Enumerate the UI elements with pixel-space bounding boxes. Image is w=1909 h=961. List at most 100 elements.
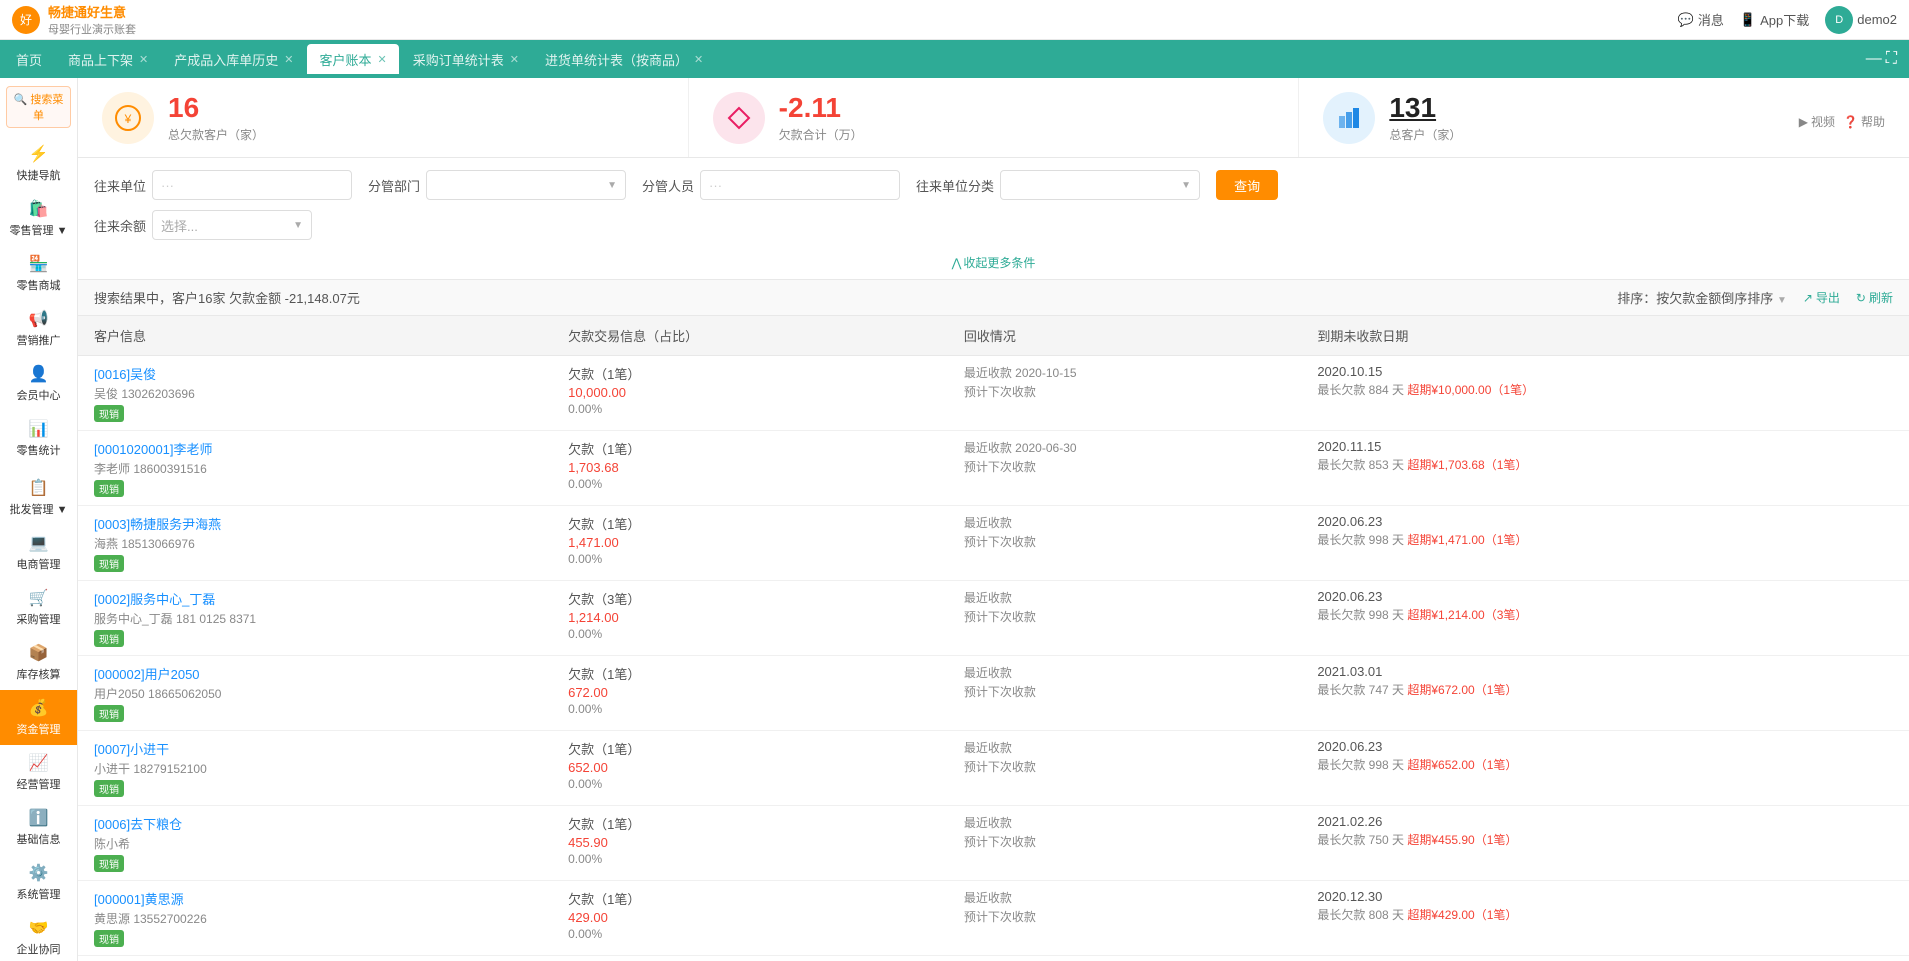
- customer-name-link[interactable]: [0016]吴俊: [94, 364, 536, 383]
- overdue-link[interactable]: 超期¥10,000.00（1笔）: [1407, 383, 1534, 397]
- tab-minimize-icon[interactable]: —: [1866, 50, 1882, 68]
- tab-close-purchase-report[interactable]: ✕: [694, 53, 703, 66]
- sidebar-item-retail-stats[interactable]: 📊 零售统计: [0, 411, 77, 466]
- tab-product-history[interactable]: 产成品入库单历史 ✕: [162, 44, 305, 74]
- sidebar-item-batch-mgmt[interactable]: 📋 批发管理 ▼: [0, 470, 77, 525]
- retail-mall-icon: 🏪: [29, 254, 49, 274]
- ecom-mgmt-icon: 💻: [29, 533, 49, 553]
- app-logo-icon: 好: [12, 6, 40, 34]
- sidebar-item-member[interactable]: 👤 会员中心: [0, 356, 77, 411]
- tab-product-off[interactable]: 商品上下架 ✕: [56, 44, 160, 74]
- stat-overdue-amount-label: 欠款合计（万）: [779, 126, 863, 143]
- customer-name-link[interactable]: [0007]小进干: [94, 739, 536, 758]
- customer-phone: 吴俊 13026203696: [94, 385, 536, 402]
- overdue-link[interactable]: 超期¥1,703.68（1笔）: [1407, 458, 1527, 472]
- tab-purchase-stats[interactable]: 采购订单统计表 ✕: [401, 44, 531, 74]
- overdue-link[interactable]: 超期¥672.00（1笔）: [1407, 683, 1517, 697]
- unit-category-label: 往来单位分类: [916, 176, 994, 195]
- customer-name-link[interactable]: [000001]黄思源: [94, 889, 536, 908]
- cell-due-date: 2020.11.15 最长欠款 853 天 超期¥1,703.68（1笔）: [1301, 431, 1909, 506]
- table-row[interactable]: [0006]去下粮仓 陈小希 现销 欠款（1笔） 455.90 0.00% 最近…: [78, 806, 1909, 881]
- table-row[interactable]: [000001]黄思源 黄思源 13552700226 现销 欠款（1笔） 42…: [78, 881, 1909, 956]
- sort-chevron-icon[interactable]: ▼: [1777, 295, 1787, 306]
- view-label: 视频: [1811, 113, 1835, 130]
- customer-name-link[interactable]: [0002]服务中心_丁磊: [94, 589, 536, 608]
- department-select[interactable]: ▼: [426, 170, 626, 200]
- balance-select[interactable]: 选择... ▼: [152, 210, 312, 240]
- export-btn[interactable]: ↗ 导出: [1803, 289, 1840, 306]
- collapse-button[interactable]: ⋀ 收起更多条件: [952, 254, 1036, 271]
- sort-label: 排序：按欠款金额倒序排序 ▼: [1617, 288, 1787, 307]
- cell-customer-info: [0006]去下粮仓 陈小希 现销: [78, 806, 552, 881]
- tab-close-product-off[interactable]: ✕: [139, 53, 148, 66]
- sidebar-item-retail-stats-label: 零售统计: [17, 442, 61, 458]
- user-profile[interactable]: D demo2: [1825, 6, 1897, 34]
- messages-btn[interactable]: 💬 消息: [1678, 10, 1724, 29]
- sidebar-item-marketing[interactable]: 📢 营销推广: [0, 301, 77, 356]
- due-days: 最长欠款 998 天 超期¥652.00（1笔）: [1317, 756, 1893, 773]
- debt-count: 欠款（1笔）: [568, 739, 932, 758]
- overdue-link[interactable]: 超期¥652.00（1笔）: [1407, 758, 1517, 772]
- table-row[interactable]: [0002]服务中心_丁磊 服务中心_丁磊 181 0125 8371 现销 欠…: [78, 581, 1909, 656]
- manager-input[interactable]: ···: [700, 170, 900, 200]
- customer-name-link[interactable]: [000002]用户2050: [94, 664, 536, 683]
- debt-amount: 652.00: [568, 760, 932, 775]
- stat-total-customers-label: 总客户（家）: [1389, 126, 1461, 143]
- table-row[interactable]: [0007]小进干 小进干 18279152100 现销 欠款（1笔） 652.…: [78, 731, 1909, 806]
- stat-overdue-amount-info: -2.11 欠款合计（万）: [779, 92, 863, 143]
- table-header-row: 客户信息 欠款交易信息（占比） 回收情况 到期未收款日期: [78, 316, 1909, 356]
- refresh-btn[interactable]: ↻ 刷新: [1856, 289, 1893, 306]
- sidebar-search-button[interactable]: 🔍 搜索菜单: [6, 86, 71, 128]
- overdue-link[interactable]: 超期¥429.00（1笔）: [1407, 908, 1517, 922]
- overdue-link[interactable]: 超期¥455.90（1笔）: [1407, 833, 1517, 847]
- messages-label: 消息: [1698, 10, 1724, 29]
- unit-category-select[interactable]: ▼: [1000, 170, 1200, 200]
- enterprise-collab-icon: 🤝: [29, 918, 49, 938]
- sidebar-item-finance[interactable]: 💰 资金管理: [0, 690, 77, 745]
- sidebar-item-ops-mgmt[interactable]: 📈 经营管理: [0, 745, 77, 800]
- tab-fullscreen-icon[interactable]: ⛶: [1886, 50, 1897, 68]
- customer-badge: 现销: [94, 705, 124, 722]
- tab-customer-account[interactable]: 客户账本 ✕: [307, 44, 398, 74]
- table-row[interactable]: [0001020001]李老师 李老师 18600391516 现销 欠款（1笔…: [78, 431, 1909, 506]
- cell-recovery: 最近收款 预计下次收款: [948, 881, 1301, 956]
- overdue-link[interactable]: 超期¥1,214.00（3笔）: [1407, 608, 1527, 622]
- sidebar-item-purchase-mgmt[interactable]: 🛒 采购管理: [0, 580, 77, 635]
- sidebar-item-member-label: 会员中心: [17, 387, 61, 403]
- filter-area: 往来单位 ··· 分管部门 ▼ 分管人员 ···: [78, 158, 1909, 280]
- customer-name-link[interactable]: [0001020001]李老师: [94, 439, 536, 458]
- view-video-btn[interactable]: ▶ 视频: [1799, 113, 1835, 130]
- search-button[interactable]: 查询: [1216, 170, 1278, 200]
- table-row[interactable]: [000002]用户2050 用户2050 18665062050 现销 欠款（…: [78, 656, 1909, 731]
- stats-bar: ¥ 16 总欠款客户（家） -2.11 欠款合计（万）: [78, 78, 1909, 158]
- balance-label: 往来余额: [94, 216, 146, 235]
- tab-close-product-history[interactable]: ✕: [284, 53, 293, 66]
- latest-payment: 最近收款 2020-10-15: [964, 364, 1285, 381]
- table-row[interactable]: [0016]吴俊 吴俊 13026203696 现销 欠款（1笔） 10,000…: [78, 356, 1909, 431]
- tab-home[interactable]: 首页: [4, 44, 54, 74]
- debt-amount: 10,000.00: [568, 385, 932, 400]
- stat-overdue-amount-icon: [713, 92, 765, 144]
- sidebar-item-retail-mall[interactable]: 🏪 零售商城: [0, 246, 77, 301]
- sidebar-item-ecom-mgmt[interactable]: 💻 电商管理: [0, 525, 77, 580]
- overdue-link[interactable]: 超期¥1,471.00（1笔）: [1407, 533, 1527, 547]
- sidebar-item-basic-info[interactable]: ℹ️ 基础信息: [0, 800, 77, 855]
- balance-chevron-icon: ▼: [293, 220, 303, 231]
- customer-name-link[interactable]: [0006]去下粮仓: [94, 814, 536, 833]
- tab-close-purchase-stats[interactable]: ✕: [510, 53, 519, 66]
- sidebar-item-quick-nav[interactable]: ⚡ 快捷导航: [0, 136, 77, 191]
- top-bar: 好 畅捷通好生意 母婴行业演示账套 💬 消息 📱 App下载 D demo2: [0, 0, 1909, 40]
- tab-purchase-report[interactable]: 进货单统计表（按商品） ✕: [533, 44, 715, 74]
- table-row[interactable]: [0003]畅捷服务尹海燕 海燕 18513066976 现销 欠款（1笔） 1…: [78, 506, 1909, 581]
- filter-row-2: 往来余额 选择... ▼: [94, 210, 1893, 240]
- tab-close-customer-account[interactable]: ✕: [378, 53, 387, 66]
- customer-name-link[interactable]: [0003]畅捷服务尹海燕: [94, 514, 536, 533]
- sidebar-item-enterprise-collab[interactable]: 🤝 企业协同: [0, 910, 77, 961]
- source-unit-input[interactable]: ···: [152, 170, 352, 200]
- sidebar-item-system[interactable]: ⚙️ 系统管理: [0, 855, 77, 910]
- sidebar-item-retail-mgmt[interactable]: 🛍️ 零售管理 ▼: [0, 191, 77, 246]
- source-unit-label: 往来单位: [94, 176, 146, 195]
- app-download-btn[interactable]: 📱 App下载: [1740, 10, 1809, 29]
- help-btn[interactable]: ❓ 帮助: [1843, 113, 1885, 130]
- sidebar-item-inventory[interactable]: 📦 库存核算: [0, 635, 77, 690]
